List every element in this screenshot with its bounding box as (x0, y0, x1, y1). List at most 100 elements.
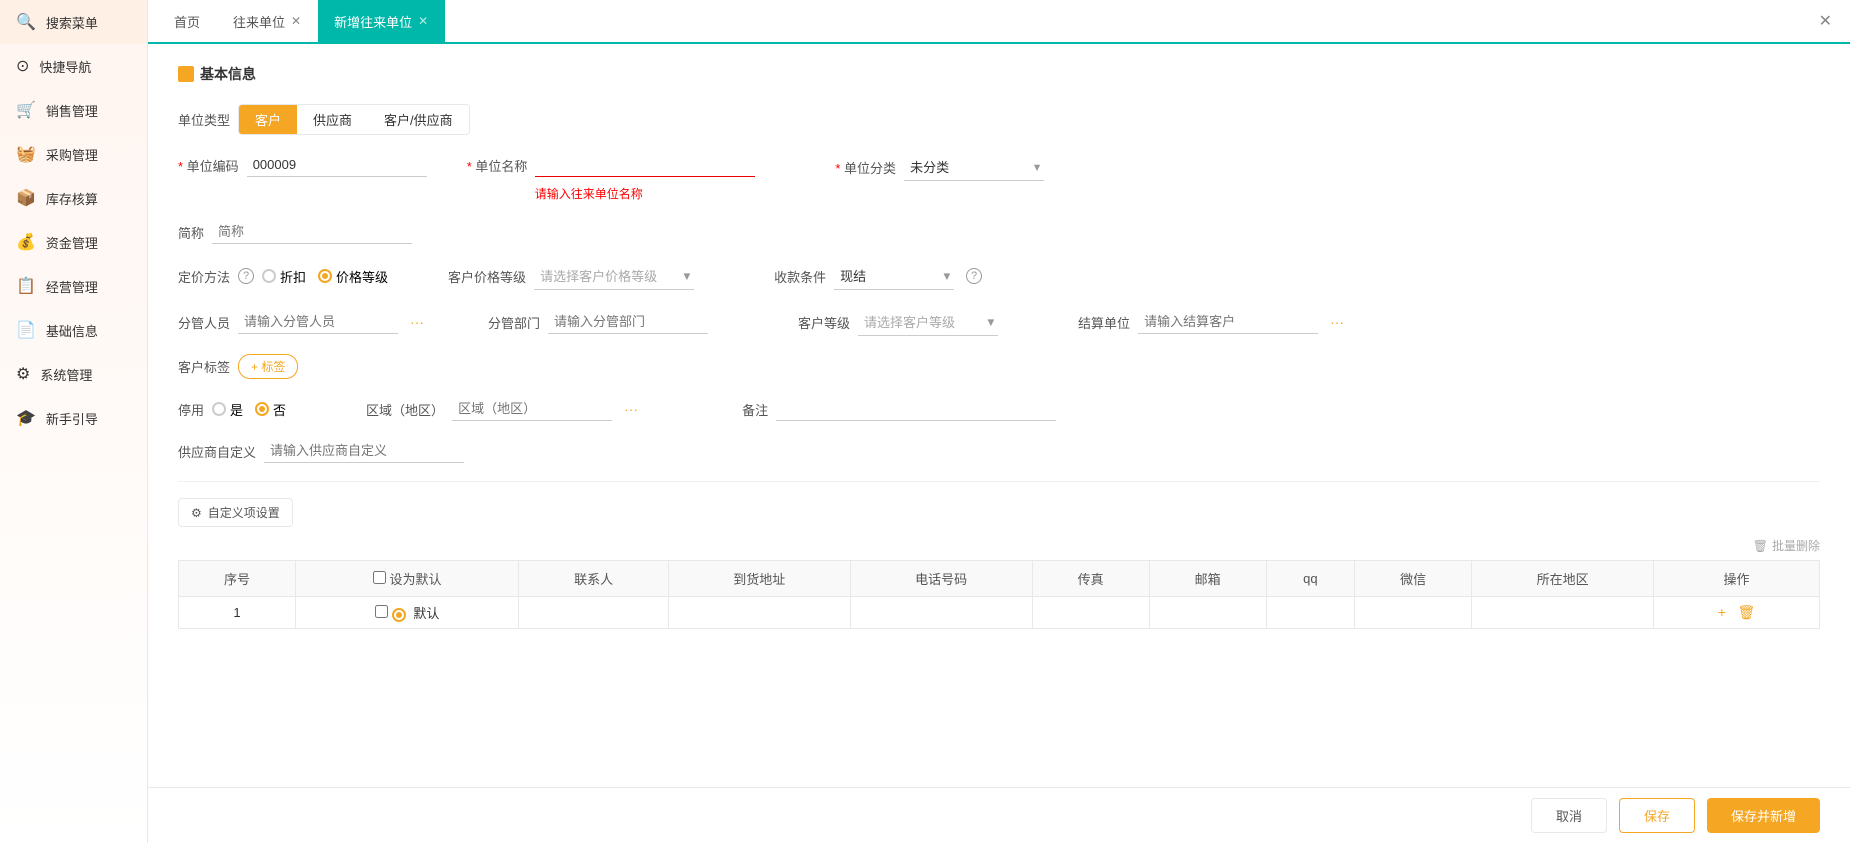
tab-new-partner[interactable]: 新增往来单位 ✕ (318, 0, 445, 43)
supplier-custom-input[interactable] (264, 439, 464, 463)
col-default: 设为默认 (296, 561, 519, 597)
row-default-radio[interactable] (392, 608, 406, 622)
col-contact: 联系人 (519, 561, 668, 597)
cell-phone[interactable] (850, 597, 1032, 629)
sidebar-item-operations[interactable]: 📋 经营管理 (0, 264, 147, 308)
short-name-input[interactable] (212, 220, 412, 244)
cell-wechat[interactable] (1355, 597, 1472, 629)
short-name-label: 简称 (178, 223, 204, 242)
sidebar-item-guide[interactable]: 🎓 新手引导 (0, 396, 147, 440)
customer-price-level-placeholder: 请选择客户价格等级 (534, 262, 694, 290)
delete-row-btn[interactable]: 🗑 (1734, 604, 1760, 621)
pricing-method-label: 定价方法 (178, 267, 230, 286)
inventory-icon: 📦 (16, 188, 36, 208)
cell-address[interactable] (668, 597, 850, 629)
department-input[interactable] (548, 310, 708, 334)
pricing-level-radio[interactable] (318, 269, 332, 283)
sales-icon: 🛒 (16, 100, 36, 120)
pricing-level-option[interactable]: 价格等级 (318, 267, 388, 286)
settlement-unit-input[interactable] (1138, 310, 1318, 334)
select-all-checkbox[interactable] (373, 571, 386, 584)
unit-info-row: 单位编码 单位名称 请输入往来单位名称 单位分类 未分类 ▾ (178, 153, 1820, 202)
unit-name-label: 单位名称 (467, 156, 528, 175)
tab-partners[interactable]: 往来单位 ✕ (217, 0, 318, 43)
save-button[interactable]: 保存 (1619, 798, 1695, 833)
customer-price-level-group: 客户价格等级 请选择客户价格等级 ▾ (448, 262, 694, 290)
unit-type-label: 单位类型 (178, 110, 230, 129)
finance-icon: 💰 (16, 232, 36, 252)
unit-type-supplier-btn[interactable]: 供应商 (297, 105, 368, 134)
sidebar-item-inventory[interactable]: 📦 库存核算 (0, 176, 147, 220)
col-action: 操作 (1654, 561, 1820, 597)
batch-delete-label[interactable]: 批量删除 (1772, 537, 1820, 554)
payment-terms-group: 收款条件 现结 ▾ ? (774, 262, 982, 290)
region-label: 区域（地区） (366, 400, 444, 419)
cell-email[interactable] (1149, 597, 1266, 629)
tab-bar-close[interactable]: ✕ (1811, 11, 1840, 31)
unit-code-input[interactable] (247, 153, 427, 177)
disable-no-option[interactable]: 否 (255, 400, 286, 419)
footer: 取消 保存 保存并新增 (148, 787, 1850, 843)
add-row-btn[interactable]: + (1714, 604, 1730, 620)
operations-icon: 📋 (16, 276, 36, 296)
remark-input[interactable] (776, 397, 1056, 421)
manager-dots-btn[interactable]: ··· (406, 314, 428, 330)
pricing-row: 定价方法 ? 折扣 价格等级 客户价格等级 请选择客户价格等级 (178, 262, 1820, 290)
disable-row: 停用 是 否 区域（地区） ··· 备注 (178, 397, 1820, 421)
region-dots-btn[interactable]: ··· (620, 401, 642, 417)
guide-icon: 🎓 (16, 408, 36, 428)
row-checkbox[interactable] (375, 605, 388, 618)
add-tag-btn[interactable]: + 标签 (238, 354, 298, 379)
sidebar-item-quicknav[interactable]: ⊙ 快捷导航 (0, 44, 147, 88)
remark-label: 备注 (742, 400, 768, 419)
department-label: 分管部门 (488, 313, 540, 332)
pricing-discount-option[interactable]: 折扣 (262, 267, 306, 286)
cell-qq[interactable] (1266, 597, 1354, 629)
sidebar-item-system[interactable]: ⚙ 系统管理 (0, 352, 147, 396)
unit-type-both-btn[interactable]: 客户/供应商 (368, 105, 469, 134)
customer-tag-row: 客户标签 + 标签 (178, 354, 1820, 379)
cell-fax[interactable] (1032, 597, 1149, 629)
tab-home[interactable]: 首页 (158, 0, 217, 43)
customer-level-wrap: 请选择客户等级 ▾ (858, 308, 998, 336)
tab-bar: 首页 往来单位 ✕ 新增往来单位 ✕ ✕ (148, 0, 1850, 44)
supplier-custom-row: 供应商自定义 (178, 439, 1820, 463)
sidebar-item-purchase[interactable]: 🧺 采购管理 (0, 132, 147, 176)
unit-category-label: 单位分类 (835, 158, 896, 177)
disable-no-radio[interactable] (255, 402, 269, 416)
pricing-help-icon[interactable]: ? (238, 268, 254, 284)
sidebar-item-search[interactable]: 🔍 搜索菜单 (0, 0, 147, 44)
customer-level-chevron: ▾ (988, 314, 995, 330)
manager-input[interactable] (238, 310, 398, 334)
cell-contact[interactable] (519, 597, 668, 629)
unit-name-error: 请输入往来单位名称 (535, 187, 643, 201)
payment-help-icon[interactable]: ? (966, 268, 982, 284)
sidebar-item-basic[interactable]: 📄 基础信息 (0, 308, 147, 352)
unit-type-customer-btn[interactable]: 客户 (239, 105, 297, 134)
save-new-button[interactable]: 保存并新增 (1707, 798, 1820, 833)
table-row: 1 默认 (179, 597, 1820, 629)
disable-yes-radio[interactable] (212, 402, 226, 416)
settings-gear-icon: ⚙ (191, 506, 202, 520)
pricing-method-group: 定价方法 ? 折扣 价格等级 (178, 267, 388, 286)
cell-region[interactable] (1472, 597, 1654, 629)
contacts-table: 序号 设为默认 联系人 到货地址 电话号码 传真 邮箱 qq 微信 所在地区 操… (178, 560, 1820, 629)
pricing-discount-radio[interactable] (262, 269, 276, 283)
sidebar-item-sales[interactable]: 🛒 销售管理 (0, 88, 147, 132)
cell-default: 默认 (296, 597, 519, 629)
region-input[interactable] (452, 397, 612, 421)
tab-partners-close[interactable]: ✕ (291, 14, 301, 28)
tab-new-partner-close[interactable]: ✕ (418, 14, 428, 28)
sidebar-item-finance[interactable]: 💰 资金管理 (0, 220, 147, 264)
form-content: 基本信息 单位类型 客户 供应商 客户/供应商 单位编码 单位名称 (148, 44, 1850, 843)
customer-level-label: 客户等级 (798, 313, 850, 332)
remark-group: 备注 (742, 397, 1056, 421)
cell-action: + 🗑 (1654, 597, 1820, 629)
settlement-dots-btn[interactable]: ··· (1326, 314, 1348, 330)
col-address: 到货地址 (668, 561, 850, 597)
short-name-group: 简称 (178, 220, 412, 244)
cancel-button[interactable]: 取消 (1531, 798, 1607, 833)
unit-name-input[interactable] (535, 153, 755, 177)
custom-settings-btn[interactable]: ⚙ 自定义项设置 (178, 498, 293, 527)
disable-yes-option[interactable]: 是 (212, 400, 243, 419)
